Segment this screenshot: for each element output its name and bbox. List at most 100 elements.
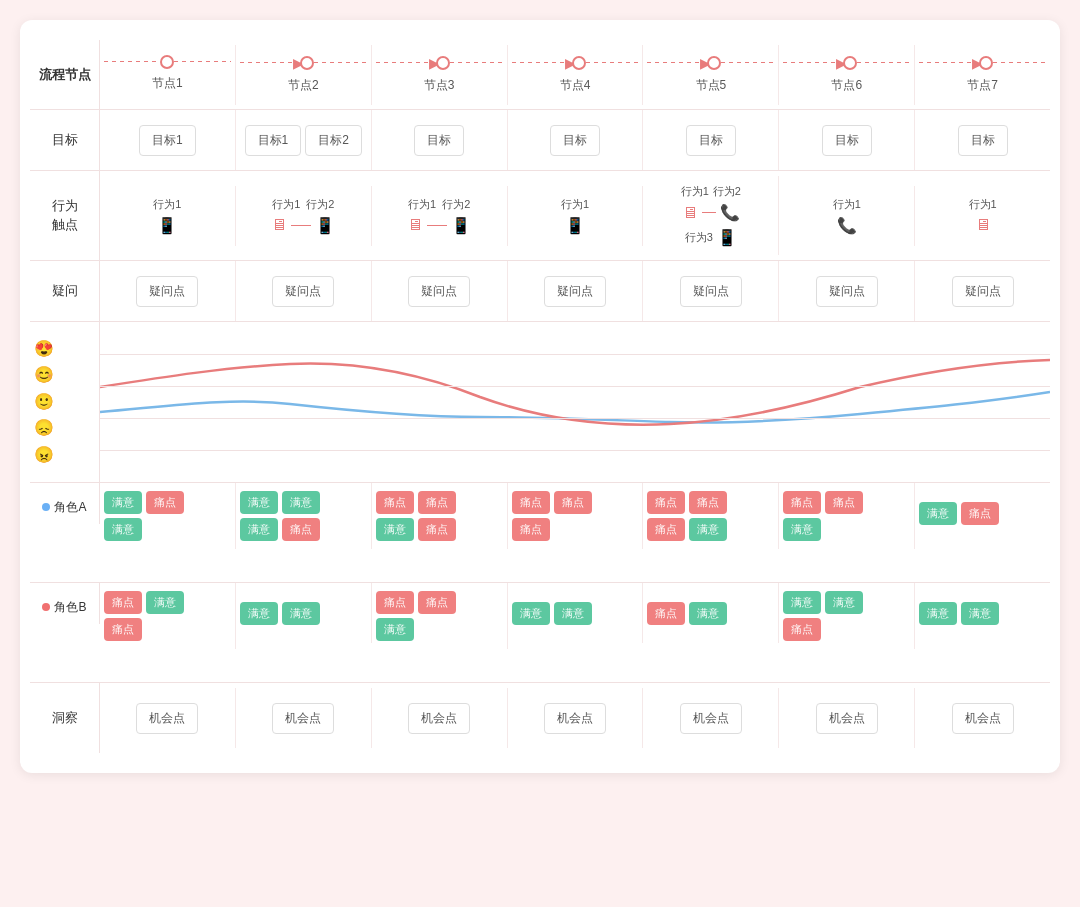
- node-line-4: ▶: [512, 55, 639, 71]
- emoji-4: 😞: [34, 417, 54, 439]
- role-b-col-2: 满意满意: [236, 583, 372, 643]
- tag-b7-1: 满意: [919, 602, 957, 625]
- node-col-3: ▶ 节点3: [372, 45, 508, 105]
- emotion-row: 😍 😊 🙂 😞 😠: [30, 322, 1050, 483]
- q-col-3: 疑问点: [372, 261, 508, 321]
- node-col-4: ▶ 节点4: [508, 45, 644, 105]
- target-col-7: 目标: [915, 110, 1050, 170]
- target-box-7: 目标: [958, 125, 1008, 156]
- node-col-2: ▶ 节点2: [236, 45, 372, 105]
- desktop-icon-5: 🖥: [682, 204, 698, 222]
- behavior-label-6-1: 行为1: [833, 197, 861, 212]
- main-container: 流程节点 节点1 ▶ 节点2: [20, 20, 1060, 773]
- mobile-icon-3: 📱: [451, 216, 471, 235]
- role-b-row: 角色B 痛点满意 痛点 满意满意 痛点痛点 满意 满意满意: [30, 583, 1050, 683]
- q-col-5: 疑问点: [643, 261, 779, 321]
- phone-icon-6: 📞: [837, 216, 857, 235]
- role-a-col-2: 满意满意 满意痛点: [236, 483, 372, 549]
- node-label-7: 节点7: [967, 77, 998, 94]
- grid-line-4: [100, 450, 1050, 451]
- mobile-icon-4: 📱: [565, 216, 585, 235]
- tag-b4-2: 满意: [554, 602, 592, 625]
- desktop-icon-2: 🖥: [271, 216, 287, 234]
- target-box-6: 目标: [822, 125, 872, 156]
- node-line-3: ▶: [376, 55, 503, 71]
- node-line-5: ▶: [647, 55, 774, 71]
- insight-box-7: 机会点: [952, 703, 1014, 734]
- tag-b6-3: 痛点: [783, 618, 821, 641]
- tag-b1-1: 痛点: [104, 591, 142, 614]
- node-col-1: 节点1: [100, 45, 236, 105]
- node-label-4: 节点4: [560, 77, 591, 94]
- role-a-row: 角色A 满意痛点 满意 满意满意 满意痛点 痛点痛点 满意痛点 痛点痛点 痛点: [30, 483, 1050, 583]
- role-b-col-5: 痛点满意: [643, 583, 779, 643]
- role-a-col-6: 痛点痛点 满意: [779, 483, 915, 549]
- q-box-2: 疑问点: [272, 276, 334, 307]
- grid-line-1: [100, 354, 1050, 355]
- role-a-dot: [42, 503, 50, 511]
- q-box-5: 疑问点: [680, 276, 742, 307]
- behavior-label-2-1: 行为1: [272, 197, 300, 212]
- q-box-6: 疑问点: [816, 276, 878, 307]
- node-col-6: ▶ 节点6: [779, 45, 915, 105]
- node-circle-7: [979, 56, 993, 70]
- behavior-label-5-2: 行为2: [713, 184, 741, 199]
- role-a-text: 角色A: [54, 499, 86, 516]
- mobile-icon-1: 📱: [157, 216, 177, 235]
- target-label: 目标: [30, 110, 100, 170]
- red-emotion-line: [100, 360, 1050, 425]
- node-circle-6: [843, 56, 857, 70]
- tag-a1-2: 痛点: [146, 491, 184, 514]
- target-col-2: 目标1目标2: [236, 110, 372, 170]
- chart-area: [100, 322, 1050, 482]
- target-box-2a: 目标1: [245, 125, 302, 156]
- tag-a4-2: 痛点: [554, 491, 592, 514]
- role-b-col-1: 痛点满意 痛点: [100, 583, 236, 649]
- node-col-7: ▶ 节点7: [915, 45, 1050, 105]
- role-a-col-5: 痛点痛点 痛点满意: [643, 483, 779, 549]
- emotion-chart: [100, 332, 1050, 472]
- node-label-3: 节点3: [424, 77, 455, 94]
- insight-col-3: 机会点: [372, 688, 508, 748]
- tag-a6-3: 满意: [783, 518, 821, 541]
- role-a-col-1: 满意痛点 满意: [100, 483, 236, 549]
- target-col-1: 目标1: [100, 110, 236, 170]
- role-a-content: 满意痛点 满意 满意满意 满意痛点 痛点痛点 满意痛点 痛点痛点 痛点 痛点痛点…: [100, 483, 1050, 549]
- emotion-labels: 😍 😊 🙂 😞 😠: [30, 322, 100, 482]
- tag-a1-1: 满意: [104, 491, 142, 514]
- behavior-col-4: 行为1 📱: [508, 186, 644, 246]
- behavior-label-3-2: 行为2: [442, 197, 470, 212]
- tag-b6-2: 满意: [825, 591, 863, 614]
- target-col-4: 目标: [508, 110, 644, 170]
- insight-box-6: 机会点: [816, 703, 878, 734]
- question-label: 疑问: [30, 261, 100, 321]
- mobile-icon-5: 📱: [717, 228, 737, 247]
- insight-row: 洞察 机会点 机会点 机会点 机会点 机会点 机会点 机会点: [30, 683, 1050, 753]
- question-content: 疑问点 疑问点 疑问点 疑问点 疑问点 疑问点 疑问点: [100, 261, 1050, 321]
- process-label: 流程节点: [30, 40, 100, 109]
- behavior-row: 行为 触点 行为1 📱 行为1 行为2 🖥 📱: [30, 171, 1050, 261]
- q-col-2: 疑问点: [236, 261, 372, 321]
- insight-col-7: 机会点: [915, 688, 1050, 748]
- grid-line-2: [100, 386, 1050, 387]
- tag-a6-1: 痛点: [783, 491, 821, 514]
- tag-b3-1: 痛点: [376, 591, 414, 614]
- tag-b5-1: 痛点: [647, 602, 685, 625]
- q-col-6: 疑问点: [779, 261, 915, 321]
- role-a-label: 角色A: [30, 483, 100, 524]
- insight-col-2: 机会点: [236, 688, 372, 748]
- tag-b2-2: 满意: [282, 602, 320, 625]
- emoji-3: 🙂: [34, 391, 54, 413]
- tag-a5-3: 痛点: [647, 518, 685, 541]
- tag-a5-1: 痛点: [647, 491, 685, 514]
- tag-b4-1: 满意: [512, 602, 550, 625]
- role-b-col-3: 痛点痛点 满意: [372, 583, 508, 649]
- tag-a2-3: 满意: [240, 518, 278, 541]
- tag-a3-2: 痛点: [418, 491, 456, 514]
- insight-box-2: 机会点: [272, 703, 334, 734]
- phone-icon-5: 📞: [720, 203, 740, 222]
- behavior-col-5: 行为1 行为2 🖥 📞 行为3 📱: [643, 176, 779, 255]
- node-line-7: ▶: [919, 55, 1046, 71]
- insight-box-3: 机会点: [408, 703, 470, 734]
- behavior-col-6: 行为1 📞: [779, 186, 915, 246]
